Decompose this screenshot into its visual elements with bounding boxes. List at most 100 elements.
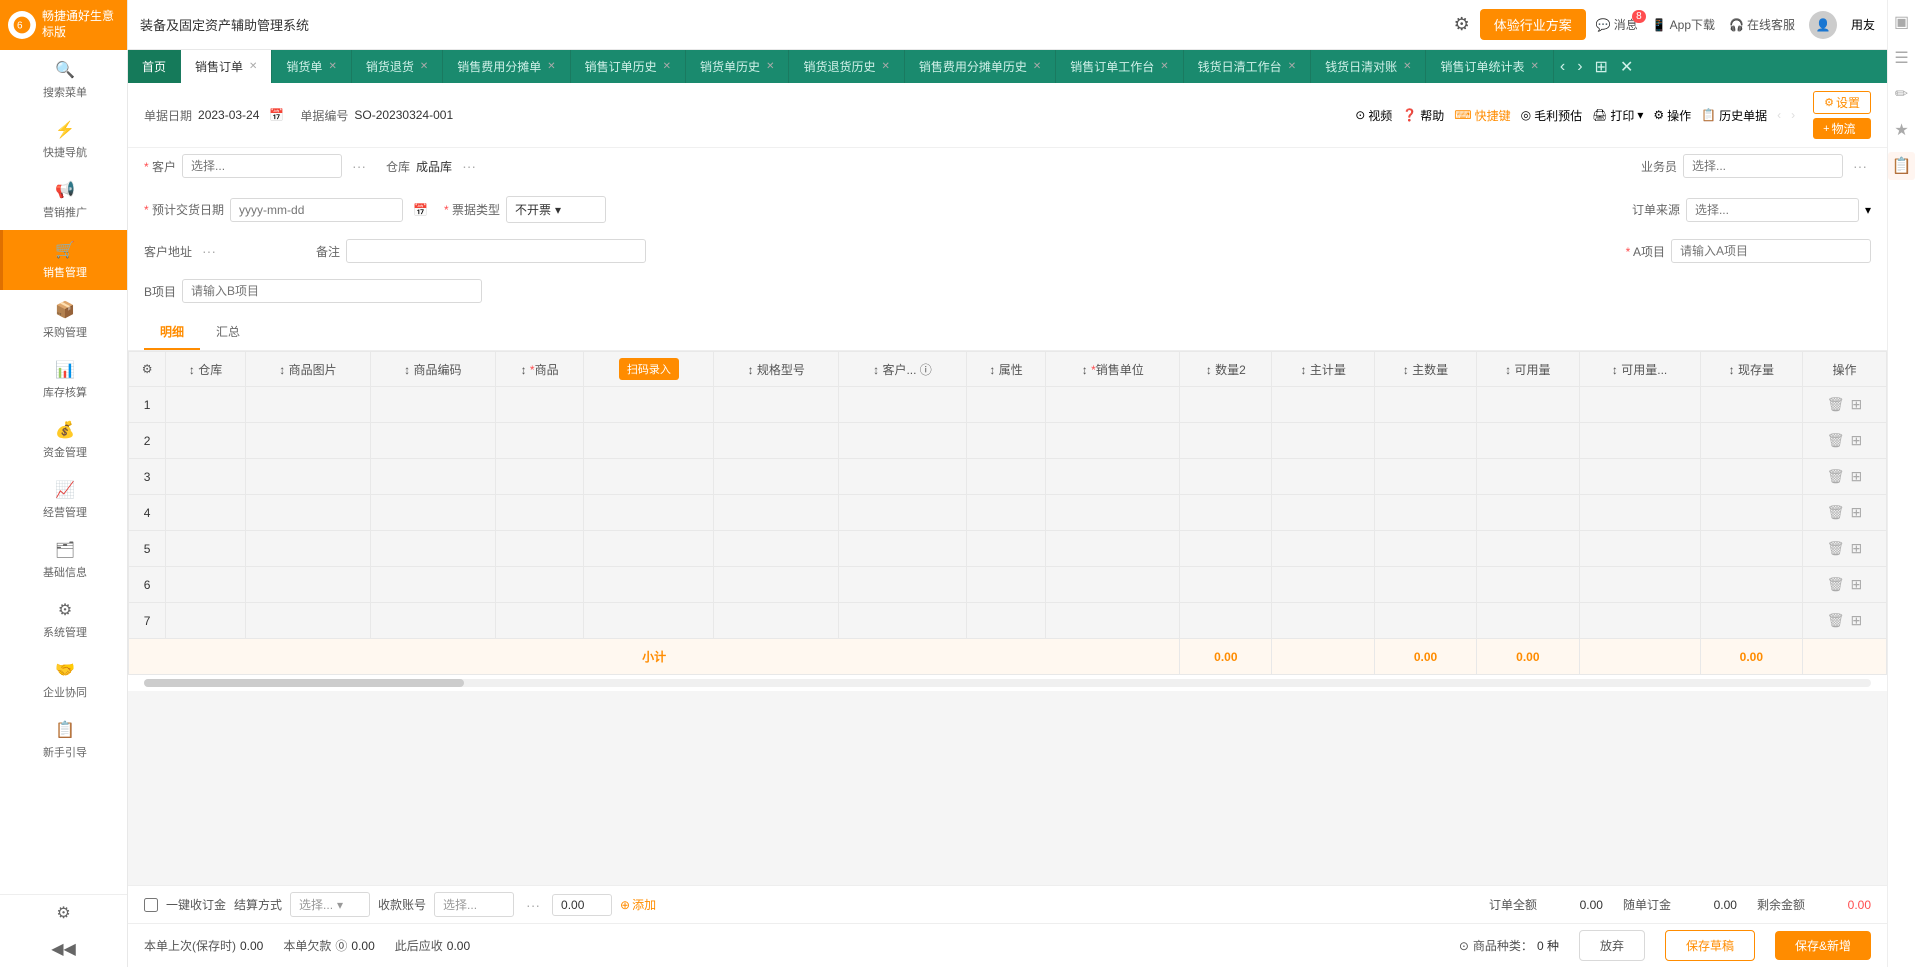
salesperson-more-btn[interactable]: ··· (1849, 158, 1871, 174)
tab-close-order-stats[interactable]: ✕ (1531, 61, 1539, 72)
sidebar-settings-btn[interactable]: ⚙ (0, 895, 127, 931)
sidebar-item-base[interactable]: 🗂 基础信息 (0, 530, 127, 590)
tab-home[interactable]: 首页 (128, 50, 181, 83)
tab-detail[interactable]: 明细 (144, 315, 200, 350)
tab-close-invoice-history[interactable]: ✕ (766, 61, 774, 72)
address-more-btn[interactable]: ··· (198, 243, 220, 259)
tab-invoice-history[interactable]: 销货单历史 ✕ (686, 50, 789, 83)
a-project-input[interactable] (1671, 239, 1871, 263)
view-btn[interactable]: ⊙ 视频 (1355, 107, 1392, 124)
tab-next-btn[interactable]: › (1571, 58, 1588, 76)
row1-delete-icon[interactable]: 🗑 (1827, 396, 1845, 413)
save-draft-btn[interactable]: 保存草稿 (1665, 930, 1755, 961)
tab-close-sales-order[interactable]: ✕ (249, 61, 257, 72)
right-panel-icon-4[interactable]: ★ (1890, 116, 1912, 144)
sidebar-item-inventory[interactable]: 📊 库存核算 (0, 350, 127, 410)
order-source-input[interactable] (1686, 198, 1859, 222)
tab-close-order-history[interactable]: ✕ (663, 61, 671, 72)
print-btn[interactable]: 🖨 打印 ▾ (1592, 107, 1643, 124)
tab-sales-order[interactable]: 销售订单 ✕ (181, 50, 272, 83)
row2-copy-icon[interactable]: ⊞ (1851, 432, 1863, 449)
row4-copy-icon[interactable]: ⊞ (1851, 504, 1863, 521)
tab-prev-btn[interactable]: ‹ (1554, 58, 1571, 76)
tab-close-invoice[interactable]: ✕ (328, 61, 336, 72)
app-download-btn[interactable]: 📱 App下载 (1652, 16, 1715, 33)
operate-btn[interactable]: ⚙ 操作 (1653, 107, 1691, 124)
tab-close-daily-reconcile[interactable]: ✕ (1403, 61, 1411, 72)
save-new-btn[interactable]: 保存&新增 (1775, 931, 1871, 960)
tab-close-order-workbench[interactable]: ✕ (1160, 61, 1168, 72)
profit-btn[interactable]: ◎ 毛利预估 (1521, 107, 1583, 124)
row1-copy-icon[interactable]: ⊞ (1851, 396, 1863, 413)
online-service-btn[interactable]: 🎧 在线客服 (1729, 16, 1795, 33)
row5-copy-icon[interactable]: ⊞ (1851, 540, 1863, 557)
col-scan[interactable]: 扫码录入 (584, 352, 714, 387)
notification-btn[interactable]: 💬 8 消息 (1596, 16, 1638, 33)
row6-copy-icon[interactable]: ⊞ (1851, 576, 1863, 593)
settings-toolbar-btn[interactable]: ⚙ 设置 (1813, 91, 1871, 114)
tab-expand-btn[interactable]: ⊞ (1589, 57, 1614, 77)
solution-btn[interactable]: 体验行业方案 (1480, 9, 1586, 40)
tab-summary[interactable]: 汇总 (200, 315, 256, 350)
tab-close-expense-history[interactable]: ✕ (1033, 61, 1041, 72)
tab-close-all-btn[interactable]: ✕ (1614, 57, 1639, 77)
tab-close-return[interactable]: ✕ (420, 61, 428, 72)
tab-expense-history[interactable]: 销售费用分摊单历史 ✕ (905, 50, 1056, 83)
delivery-date-input[interactable] (230, 198, 403, 222)
shortcut-btn[interactable]: ⌨ 快捷键 (1454, 107, 1510, 124)
warehouse-more-btn[interactable]: ··· (458, 158, 480, 174)
sidebar-item-enterprise[interactable]: 🤝 企业协同 (0, 650, 127, 710)
right-panel-icon-3[interactable]: ✏ (1891, 80, 1912, 108)
tab-invoice[interactable]: 销货单 ✕ (272, 50, 351, 83)
sidebar-collapse-btn[interactable]: ◀◀ (0, 931, 127, 967)
add-payment-btn[interactable]: ⊕ 添加 (620, 896, 656, 913)
invoice-type-select[interactable]: 不开票 ▾ (506, 196, 606, 223)
sidebar-item-quick[interactable]: ⚡ 快捷导航 (0, 110, 127, 170)
row5-delete-icon[interactable]: 🗑 (1827, 540, 1845, 557)
account-select[interactable]: 选择... (434, 892, 514, 917)
tab-return-history[interactable]: 销货退货历史 ✕ (789, 50, 904, 83)
payment-amount-input[interactable] (552, 894, 612, 916)
row4-delete-icon[interactable]: 🗑 (1827, 504, 1845, 521)
help-btn[interactable]: ❓ 帮助 (1402, 107, 1444, 124)
calendar-icon[interactable]: 📅 (269, 108, 284, 122)
right-panel-icon-5[interactable]: 📋 (1888, 152, 1915, 180)
sidebar-item-operations[interactable]: 📈 经营管理 (0, 470, 127, 530)
right-panel-icon-1[interactable]: ▣ (1890, 8, 1913, 36)
scan-btn[interactable]: 扫码录入 (619, 358, 679, 380)
sidebar-item-search[interactable]: 🔍 搜索菜单 (0, 50, 127, 110)
history-btn[interactable]: 📋 历史单据 (1701, 107, 1767, 124)
row7-delete-icon[interactable]: 🗑 (1827, 612, 1845, 629)
sidebar-item-sales[interactable]: 🛒 销售管理 (0, 230, 127, 290)
row6-delete-icon[interactable]: 🗑 (1827, 576, 1845, 593)
tab-order-history[interactable]: 销售订单历史 ✕ (571, 50, 686, 83)
one-click-checkbox[interactable] (144, 898, 158, 912)
sidebar-item-marketing[interactable]: 📢 营销推广 (0, 170, 127, 230)
scroll-thumb[interactable] (144, 679, 464, 687)
row7-copy-icon[interactable]: ⊞ (1851, 612, 1863, 629)
sidebar-item-newbie[interactable]: 📋 新手引导 (0, 710, 127, 770)
remark-input[interactable] (346, 239, 646, 263)
delivery-calendar-icon[interactable]: 📅 (413, 203, 428, 217)
row3-copy-icon[interactable]: ⊞ (1851, 468, 1863, 485)
tab-close-expense[interactable]: ✕ (547, 61, 555, 72)
tab-return[interactable]: 销货退货 ✕ (352, 50, 443, 83)
tab-close-return-history[interactable]: ✕ (881, 61, 889, 72)
sidebar-item-purchase[interactable]: 📦 采购管理 (0, 290, 127, 350)
right-panel-icon-2[interactable]: ☰ (1890, 44, 1912, 72)
tab-order-workbench[interactable]: 销售订单工作台 ✕ (1056, 50, 1183, 83)
tab-expense[interactable]: 销售费用分摊单 ✕ (443, 50, 570, 83)
customer-more-btn[interactable]: ··· (348, 158, 370, 174)
sidebar-item-system[interactable]: ⚙ 系统管理 (0, 590, 127, 650)
row3-delete-icon[interactable]: 🗑 (1827, 468, 1845, 485)
tab-order-stats[interactable]: 销售订单统计表 ✕ (1426, 50, 1553, 83)
add-logistics-btn[interactable]: + 物流 (1813, 118, 1871, 139)
row2-delete-icon[interactable]: 🗑 (1827, 432, 1845, 449)
customer-input[interactable] (182, 154, 342, 178)
col-settings[interactable]: ⚙ (129, 352, 166, 387)
payment-method-select[interactable]: 选择... ▾ (290, 892, 370, 917)
tab-close-daily-workbench[interactable]: ✕ (1288, 61, 1296, 72)
tab-daily-reconcile[interactable]: 钱货日清对账 ✕ (1311, 50, 1426, 83)
salesperson-input[interactable] (1683, 154, 1843, 178)
sidebar-item-finance[interactable]: 💰 资金管理 (0, 410, 127, 470)
